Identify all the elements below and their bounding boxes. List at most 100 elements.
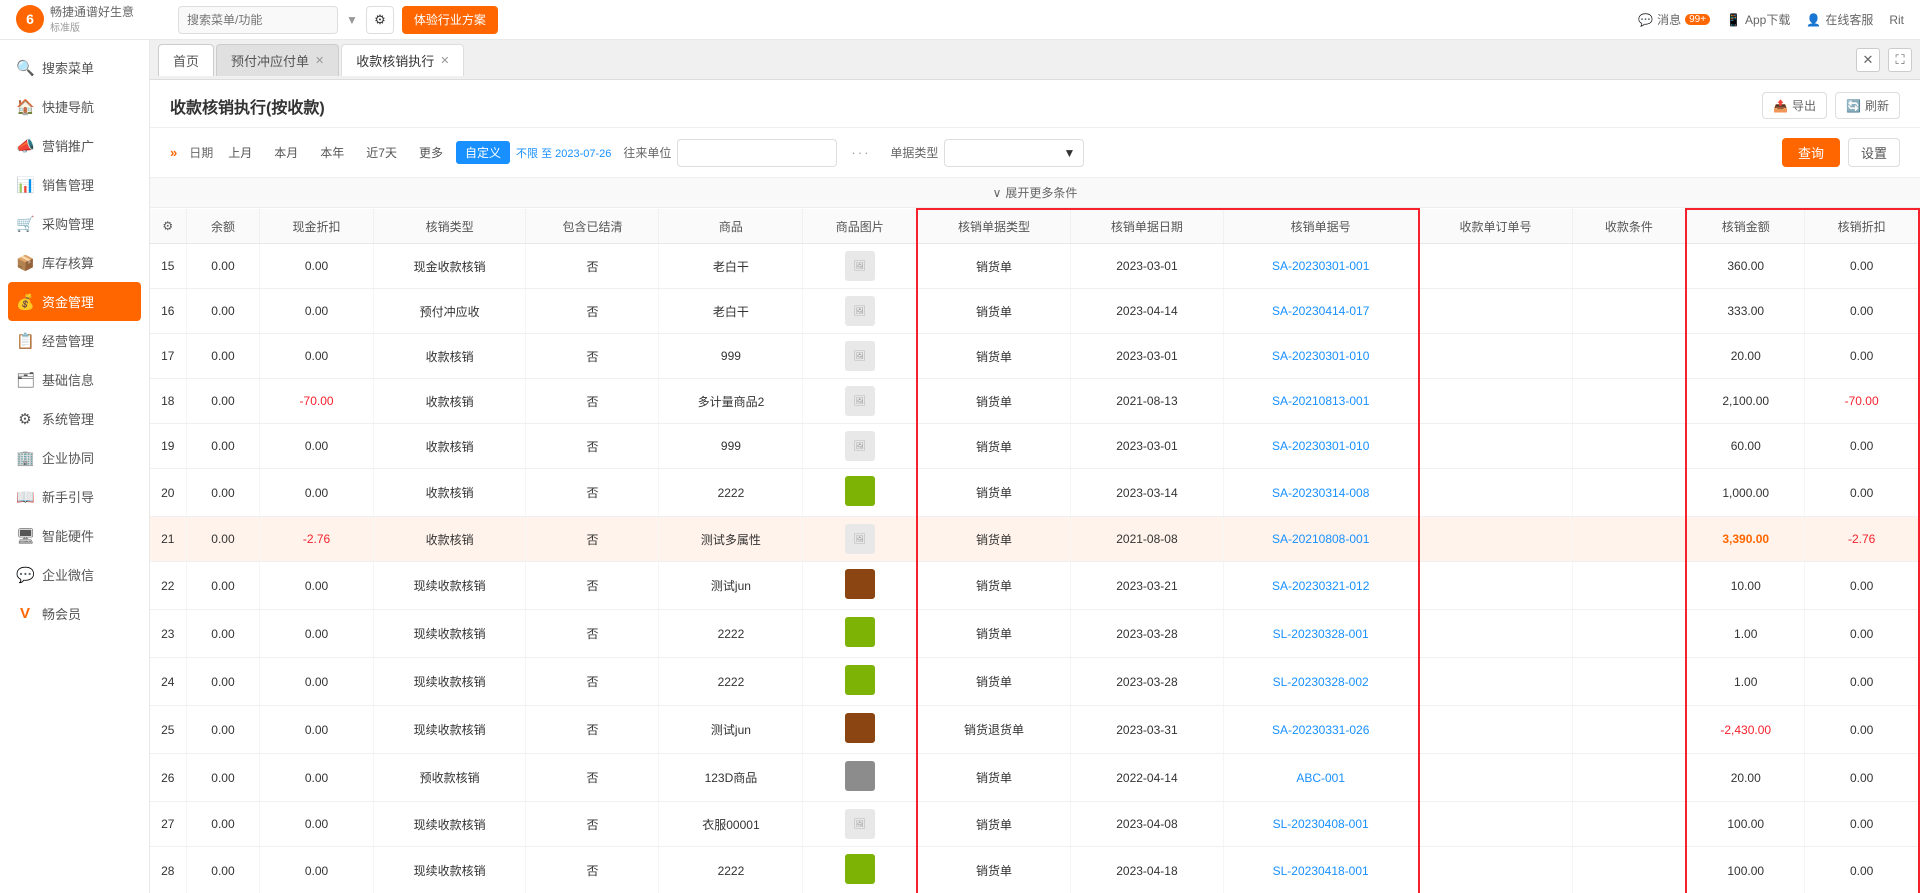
industry-btn[interactable]: 体验行业方案 (402, 6, 498, 34)
row-cancel-bill-type: 销货单 (917, 424, 1071, 469)
filter-partner-input[interactable] (686, 146, 826, 160)
table-wrap[interactable]: ⚙ 余额 现金折扣 核销类型 包含已结清 商品 商品图片 核销单据类型 核销单据… (150, 208, 1920, 893)
sidebar-item-system[interactable]: ⚙ 系统管理 (0, 399, 149, 438)
sidebar-item-purchase[interactable]: 🛒 采购管理 (0, 204, 149, 243)
filter-partner-dots[interactable]: ··· (843, 145, 878, 160)
sidebar-item-hardware[interactable]: 🖥 智能硬件 (0, 516, 149, 555)
filter-date-options: 上月 本月 本年 近7天 更多 自定义 (219, 141, 510, 164)
row-id: 16 (150, 289, 186, 334)
sidebar-item-finance[interactable]: 💰 资金管理 (8, 282, 141, 321)
row-receipt-order-no (1419, 424, 1573, 469)
row-receipt-condition (1572, 469, 1686, 517)
tab-receipt-close[interactable]: ✕ (440, 54, 449, 67)
row-cancel-bill-no[interactable]: SA-20230414-017 (1223, 289, 1418, 334)
sidebar-item-operation[interactable]: 📋 经营管理 (0, 321, 149, 360)
row-cancel-bill-no[interactable]: SA-20230301-010 (1223, 424, 1418, 469)
user-name[interactable]: Rit (1889, 13, 1904, 27)
top-bar-center: ▼ ⚙ 体验行业方案 (178, 6, 1626, 34)
row-cancel-bill-no[interactable]: SA-20230301-010 (1223, 334, 1418, 379)
row-cancel-bill-no[interactable]: SA-20210813-001 (1223, 379, 1418, 424)
top-bar-right: 💬 消息 99+ 📱 App下载 👤 在线客服 Rit (1638, 11, 1904, 28)
filter-partner-input-wrap (677, 139, 837, 167)
message-btn[interactable]: 💬 消息 99+ (1638, 11, 1710, 28)
filter-receipt-type-label: 单据类型 (890, 144, 938, 161)
row-cancel-type: 预收款核销 (373, 754, 526, 802)
row-id: 22 (150, 562, 186, 610)
row-cancel-bill-no[interactable]: SL-20230328-001 (1223, 610, 1418, 658)
row-cancel-amount: 3,390.00 (1686, 517, 1805, 562)
sidebar-item-inventory[interactable]: 📦 库存核算 (0, 243, 149, 282)
filter-btn-thismonth[interactable]: 本月 (265, 141, 307, 164)
filter-partner-section: 往来单位 ··· (623, 139, 878, 167)
sidebar-item-wechat[interactable]: 💬 企业微信 (0, 555, 149, 594)
row-cancel-bill-no[interactable]: SL-20230418-001 (1223, 847, 1418, 893)
row-cancel-type: 现续收款核销 (373, 562, 526, 610)
table-row: 26 0.00 0.00 预收款核销 否 123D商品 销货单 2022-04-… (150, 754, 1919, 802)
sidebar-item-basic[interactable]: 🗂 基础信息 (0, 360, 149, 399)
sidebar-item-member[interactable]: V 畅会员 (0, 594, 149, 633)
setting-btn[interactable]: 设置 (1848, 138, 1900, 167)
row-cancel-bill-no[interactable]: SA-20230314-008 (1223, 469, 1418, 517)
row-cancel-type: 现金收款核销 (373, 244, 526, 289)
expand-more-bar[interactable]: ∨ 展开更多条件 (150, 178, 1920, 208)
tab-expand-btn[interactable]: ⛶ (1888, 48, 1912, 72)
sidebar-item-corp[interactable]: 🏢 企业协同 (0, 438, 149, 477)
logo-icon: 6 (16, 5, 44, 33)
filter-btn-thisyear[interactable]: 本年 (311, 141, 353, 164)
row-cancel-bill-no[interactable]: SA-20230301-001 (1223, 244, 1418, 289)
tab-prepay[interactable]: 预付冲应付单 ✕ (216, 44, 339, 76)
row-cancel-type: 现续收款核销 (373, 706, 526, 754)
tab-receipt[interactable]: 收款核销执行 ✕ (341, 44, 464, 76)
sidebar-item-guide[interactable]: 📖 新手引导 (0, 477, 149, 516)
row-cancel-bill-no[interactable]: SL-20230408-001 (1223, 802, 1418, 847)
export-btn[interactable]: 📤 导出 (1762, 92, 1827, 119)
sidebar-item-search[interactable]: 🔍 搜索菜单 (0, 48, 149, 87)
row-id: 20 (150, 469, 186, 517)
row-cancel-bill-no[interactable]: SA-20230331-026 (1223, 706, 1418, 754)
top-bar: 6 畅捷通谱好生意 标准版 ▼ ⚙ 体验行业方案 💬 消息 99+ 📱 App下… (0, 0, 1920, 40)
row-cancel-bill-type: 销货单 (917, 244, 1071, 289)
row-cancel-amount: 20.00 (1686, 754, 1805, 802)
refresh-btn[interactable]: 🔄 刷新 (1835, 92, 1900, 119)
filter-receipt-type-select[interactable]: ▼ (944, 139, 1084, 167)
row-cash-discount: 0.00 (260, 289, 373, 334)
tab-close-btn[interactable]: ✕ (1856, 48, 1880, 72)
settings-icon[interactable]: ⚙ (366, 6, 394, 34)
tab-home[interactable]: 首页 (158, 44, 214, 76)
sidebar-item-marketing[interactable]: 📣 营销推广 (0, 126, 149, 165)
row-cancel-bill-no[interactable]: SA-20210808-001 (1223, 517, 1418, 562)
row-cancel-bill-no[interactable]: SA-20230321-012 (1223, 562, 1418, 610)
row-cancel-bill-date: 2023-04-14 (1071, 289, 1224, 334)
row-cancel-bill-date: 2023-03-01 (1071, 244, 1224, 289)
filter-partner-label: 往来单位 (623, 144, 671, 161)
row-cancel-bill-no[interactable]: ABC-001 (1223, 754, 1418, 802)
export-label: 导出 (1792, 97, 1816, 114)
page-header: 收款核销执行(按收款) 📤 导出 🔄 刷新 (150, 80, 1920, 128)
row-include-settled: 否 (526, 289, 659, 334)
row-receipt-order-no (1419, 517, 1573, 562)
row-receipt-condition (1572, 706, 1686, 754)
filter-btn-7days[interactable]: 近7天 (357, 141, 406, 164)
row-cancel-bill-type: 销货单 (917, 562, 1071, 610)
row-cancel-bill-type: 销货单 (917, 754, 1071, 802)
search-input[interactable] (178, 6, 338, 34)
app-download-btn[interactable]: 📱 App下载 (1726, 11, 1790, 28)
table-row: 23 0.00 0.00 现续收款核销 否 2222 销货单 2023-03-2… (150, 610, 1919, 658)
row-id: 24 (150, 658, 186, 706)
row-id: 23 (150, 610, 186, 658)
th-settings[interactable]: ⚙ (150, 209, 186, 244)
filter-btn-custom[interactable]: 自定义 (456, 141, 510, 164)
row-id: 19 (150, 424, 186, 469)
row-cancel-bill-no[interactable]: SL-20230328-002 (1223, 658, 1418, 706)
sidebar-item-sales[interactable]: 📊 销售管理 (0, 165, 149, 204)
sidebar-item-quicknav[interactable]: 🏠 快捷导航 (0, 87, 149, 126)
row-cancel-bill-date: 2021-08-13 (1071, 379, 1224, 424)
query-btn[interactable]: 查询 (1782, 138, 1840, 167)
filter-btn-more[interactable]: 更多 (410, 141, 452, 164)
tab-prepay-close[interactable]: ✕ (315, 54, 324, 67)
dropdown-arrow-icon[interactable]: ▼ (346, 13, 358, 27)
filter-btn-lastmonth[interactable]: 上月 (219, 141, 261, 164)
online-service-btn[interactable]: 👤 在线客服 (1806, 11, 1873, 28)
filter-expand-arrow[interactable]: » (170, 145, 177, 160)
row-cancel-bill-type: 销货单 (917, 334, 1071, 379)
